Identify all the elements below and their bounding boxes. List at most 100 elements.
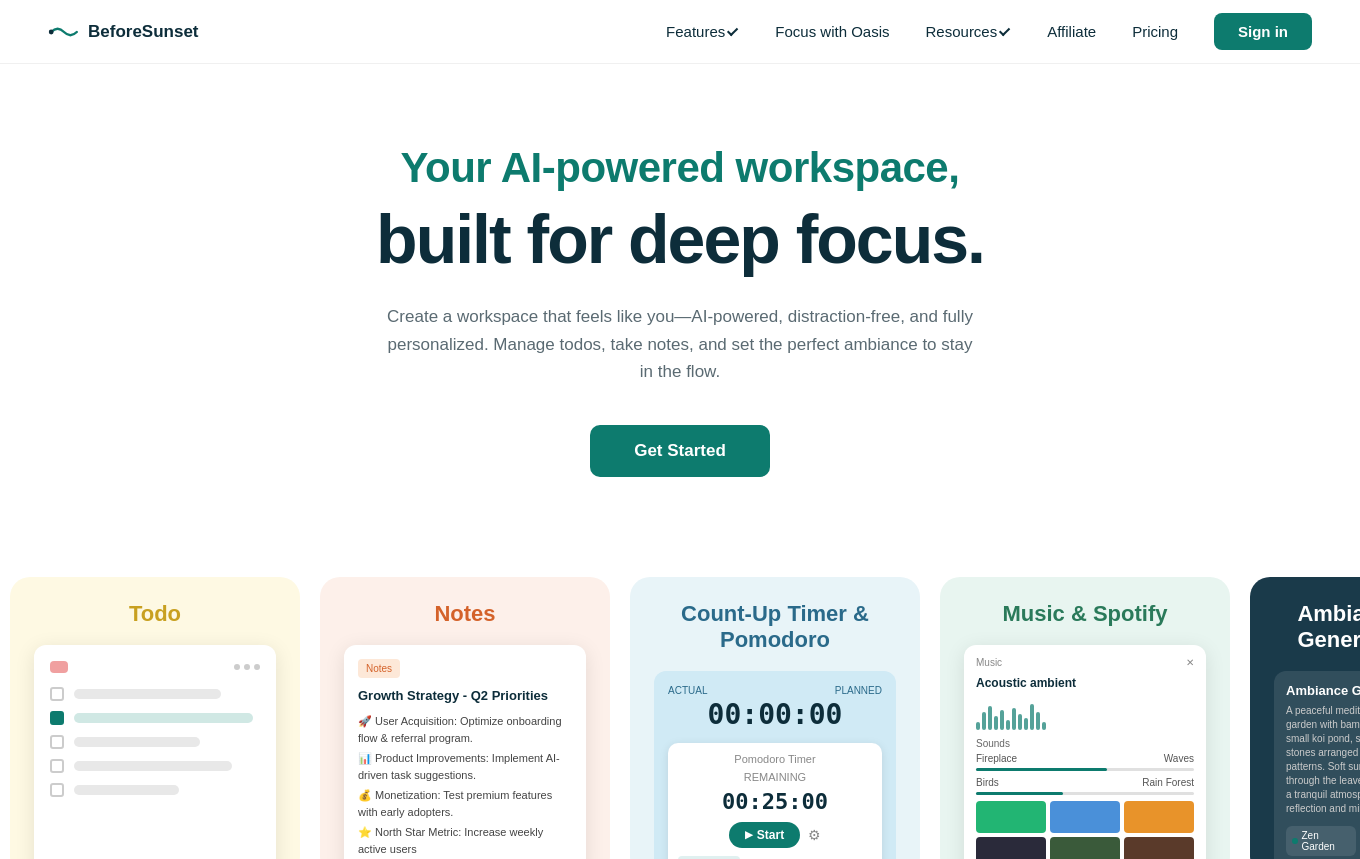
ambiance-mock: Ambiance Generator A peaceful meditation… <box>1274 671 1360 859</box>
checkbox-checked-icon <box>50 711 64 725</box>
waveform-bar <box>1042 722 1046 730</box>
checkbox-icon <box>50 783 64 797</box>
notes-title: Growth Strategy - Q2 Priorities <box>358 686 572 706</box>
feature-card-todo: Todo <box>10 577 300 859</box>
sound-birds: Birds <box>976 777 999 788</box>
music-waveform <box>976 700 1194 730</box>
album-thumb <box>1050 837 1120 859</box>
get-started-button[interactable]: Get Started <box>590 425 770 477</box>
waveform-bar <box>1030 704 1034 730</box>
notes-item: 📊 Product Improvements: Implement AI-dri… <box>358 750 572 783</box>
dot-icon <box>244 664 250 670</box>
card-ambiance-label: Ambiance Generator <box>1274 601 1360 653</box>
card-notes-label: Notes <box>344 601 586 627</box>
todo-mock-header <box>50 661 260 673</box>
timer-start-label: Start <box>757 828 784 842</box>
ambiance-option-zen[interactable]: Zen Garden <box>1286 826 1356 856</box>
todo-dot-icon <box>50 661 68 673</box>
card-timer-label: Count-Up Timer & Pomodoro <box>654 601 896 653</box>
feature-card-timer: Count-Up Timer & Pomodoro ACTUAL PLANNED… <box>630 577 920 859</box>
timer-pomodoro: Pomodoro Timer REMAINING 00:25:00 ▶ Star… <box>668 743 882 859</box>
nav-pricing[interactable]: Pricing <box>1132 23 1178 41</box>
navigation: BeforeSunset Features Focus with Oasis R… <box>0 0 1360 64</box>
waveform-bar <box>1024 718 1028 730</box>
nav-focus[interactable]: Focus with Oasis <box>775 23 889 41</box>
todo-line <box>74 761 232 771</box>
hero-subtitle: Your AI-powered workspace, <box>20 144 1340 192</box>
notes-mock: Notes Growth Strategy - Q2 Priorities 🚀 … <box>344 645 586 859</box>
timer-settings-icon[interactable]: ⚙ <box>808 827 821 843</box>
sound-waves: Waves <box>1164 753 1194 764</box>
music-header: Music ✕ <box>976 657 1194 668</box>
nav-affiliate-label[interactable]: Affiliate <box>1047 23 1096 40</box>
ambiance-description: A peaceful meditation garden with bamboo… <box>1286 704 1360 816</box>
album-thumb <box>976 837 1046 859</box>
todo-line <box>74 713 253 723</box>
waveform-bar <box>982 712 986 730</box>
spotify-albums <box>976 801 1194 859</box>
sign-in-button[interactable]: Sign in <box>1214 13 1312 50</box>
todo-mock <box>34 645 276 859</box>
waveform-bar <box>1000 710 1004 730</box>
dot-icon <box>254 664 260 670</box>
svg-point-0 <box>49 29 54 34</box>
logo[interactable]: BeforeSunset <box>48 22 199 42</box>
dot-icon <box>1292 838 1298 844</box>
nav-focus-label[interactable]: Focus with Oasis <box>775 23 889 40</box>
chevron-down-icon <box>999 24 1010 35</box>
sounds-label: Sounds <box>976 738 1194 749</box>
music-sound-row: Birds Rain Forest <box>976 777 1194 788</box>
waveform-bar <box>988 706 992 730</box>
timer-display: 00:00:00 <box>668 698 882 731</box>
nav-resources-label[interactable]: Resources <box>926 23 998 40</box>
sound-rain: Rain Forest <box>1142 777 1194 788</box>
feature-card-ambiance: Ambiance Generator Ambiance Generator A … <box>1250 577 1360 859</box>
dot-icon <box>234 664 240 670</box>
todo-line <box>74 689 221 699</box>
waveform-bar <box>1018 714 1022 730</box>
music-sound-row: Fireplace Waves <box>976 753 1194 764</box>
chevron-down-icon <box>727 24 738 35</box>
music-mock: Music ✕ Acoustic ambient Sounds Fire <box>964 645 1206 859</box>
music-slider-fill <box>976 768 1107 771</box>
timer-actual-label: ACTUAL <box>668 685 707 696</box>
music-close-icon: ✕ <box>1186 657 1194 668</box>
notes-tag: Notes <box>358 659 400 678</box>
card-todo-label: Todo <box>34 601 276 627</box>
feature-card-notes: Notes Notes Growth Strategy - Q2 Priorit… <box>320 577 610 859</box>
timer-start-button[interactable]: ▶ Start <box>729 822 800 848</box>
hero-title: built for deep focus. <box>20 204 1340 275</box>
music-section-label: Music <box>976 657 1002 668</box>
music-slider-fill <box>976 792 1063 795</box>
waveform-bar <box>976 722 980 730</box>
todo-dots-icon <box>234 664 260 670</box>
nav-features-label[interactable]: Features <box>666 23 725 40</box>
album-thumb <box>976 801 1046 833</box>
nav-signin[interactable]: Sign in <box>1214 13 1312 50</box>
timer-label: Pomodoro Timer <box>678 753 872 765</box>
album-thumb <box>1050 801 1120 833</box>
card-music-label: Music & Spotify <box>964 601 1206 627</box>
album-thumb <box>1124 801 1194 833</box>
notes-item: 🚀 User Acquisition: Optimize onboarding … <box>358 713 572 746</box>
notes-item: ⭐ North Star Metric: Increase weekly act… <box>358 824 572 857</box>
feature-card-music: Music & Spotify Music ✕ Acoustic ambient <box>940 577 1230 859</box>
nav-resources[interactable]: Resources <box>926 23 1012 40</box>
checkbox-icon <box>50 735 64 749</box>
todo-line <box>74 785 179 795</box>
album-thumb <box>1124 837 1194 859</box>
music-slider[interactable] <box>976 792 1194 795</box>
notes-item: 💰 Monetization: Test premium features wi… <box>358 787 572 820</box>
nav-features[interactable]: Features <box>666 23 739 40</box>
waveform-bar <box>1036 712 1040 730</box>
nav-pricing-label[interactable]: Pricing <box>1132 23 1178 40</box>
checkbox-icon <box>50 759 64 773</box>
feature-cards-strip: Todo <box>0 577 1360 859</box>
logo-text: BeforeSunset <box>88 22 199 42</box>
music-slider[interactable] <box>976 768 1194 771</box>
nav-links: Features Focus with Oasis Resources Affi… <box>666 13 1312 50</box>
nav-affiliate[interactable]: Affiliate <box>1047 23 1096 41</box>
waveform-bar <box>994 716 998 730</box>
timer-remaining-label: REMAINING <box>678 771 872 783</box>
music-ambient-label: Acoustic ambient <box>976 676 1194 690</box>
